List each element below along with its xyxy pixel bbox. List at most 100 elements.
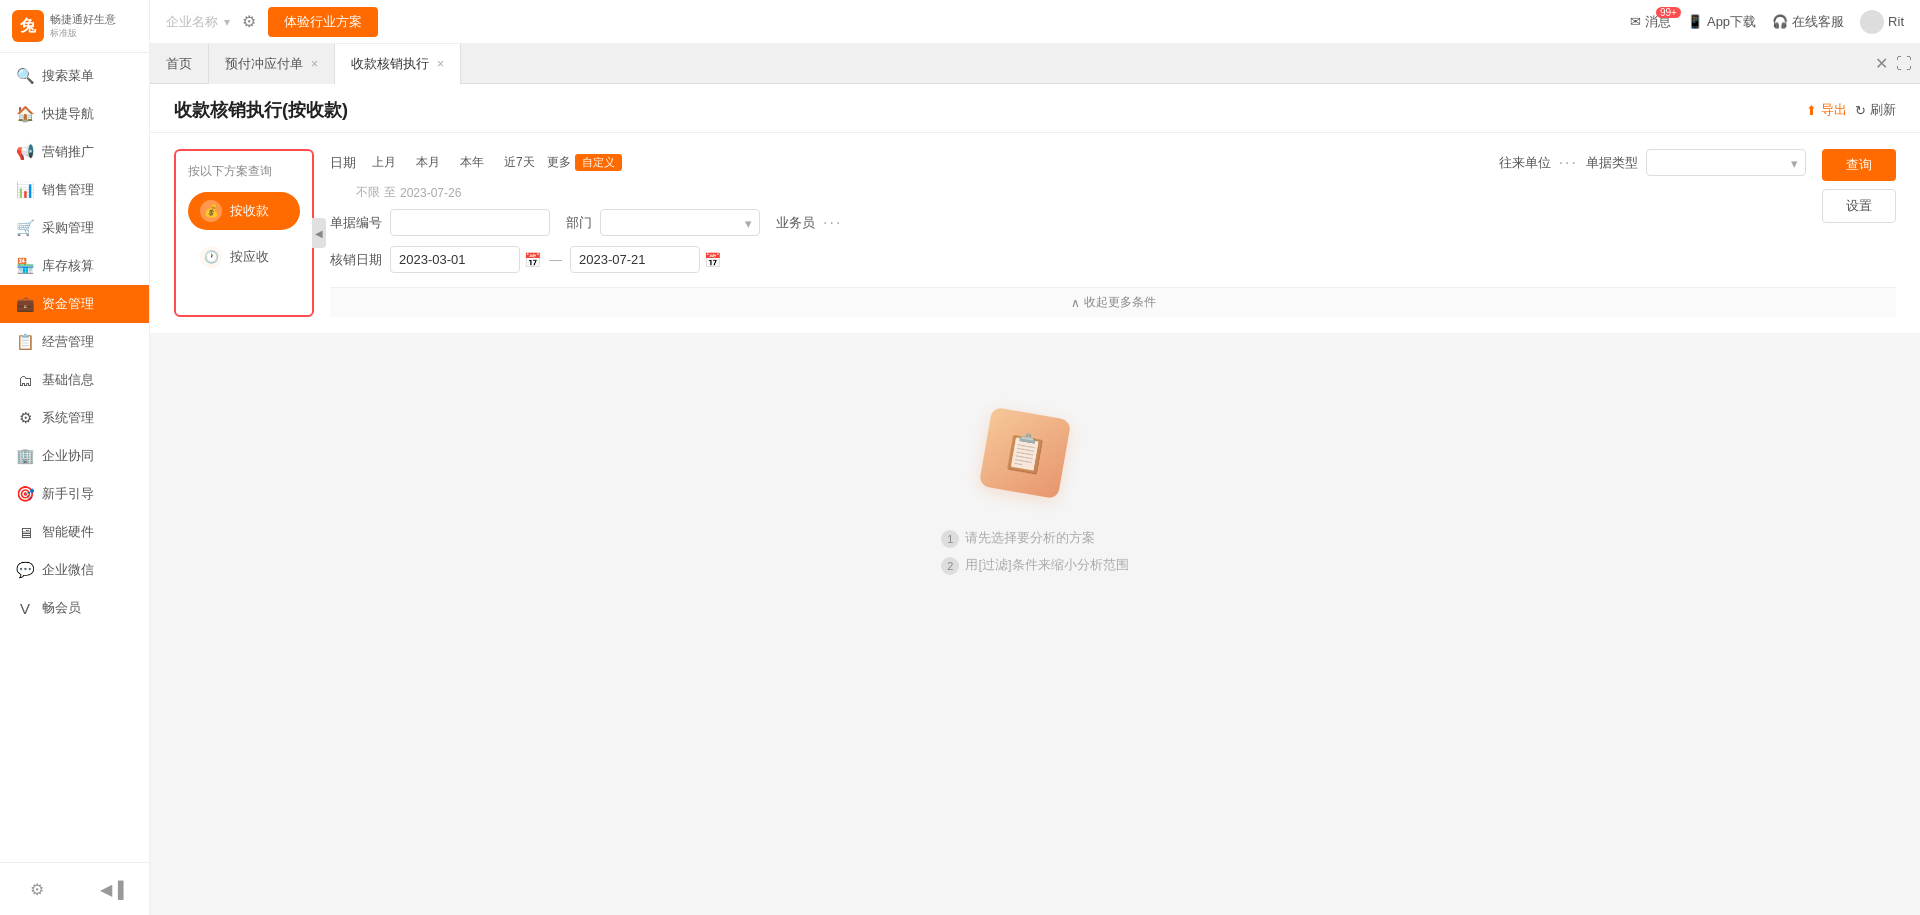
sidebar-label-purchase: 采购管理 — [42, 219, 94, 237]
filter-option-by-receipt[interactable]: 💰 按收款 — [188, 192, 300, 230]
verify-date-end-wrap: 📅 — [570, 246, 721, 273]
doc-no-field: 单据编号 — [330, 209, 550, 236]
verify-date-end-input[interactable] — [570, 246, 700, 273]
settings-bottom-btn[interactable]: ⚙ — [19, 871, 55, 907]
sidebar-item-sales[interactable]: 📊 销售管理 — [0, 171, 149, 209]
user-menu-button[interactable]: Rit — [1860, 10, 1904, 34]
sidebar-item-member[interactable]: V 畅会员 — [0, 589, 149, 627]
sidebar-item-funds[interactable]: 💼 资金管理 — [0, 285, 149, 323]
tab-verify[interactable]: 收款核销执行 × — [335, 44, 461, 84]
sidebar-label-hardware: 智能硬件 — [42, 523, 94, 541]
verify-start-cal-icon[interactable]: 📅 — [524, 252, 541, 268]
tab-expand-btn[interactable]: ⛶ — [1896, 55, 1912, 73]
date-this-year[interactable]: 本年 — [452, 152, 492, 173]
tab-home[interactable]: 首页 — [150, 44, 209, 84]
dept-select-wrap — [600, 209, 760, 236]
empty-icon-inner: 📋 — [979, 407, 1072, 500]
sidebar-item-purchase[interactable]: 🛒 采购管理 — [0, 209, 149, 247]
topbar-right: ✉ 消息 99+ 📱 App下载 🎧 在线客服 Rit — [1630, 10, 1904, 34]
tabbar: 首页 预付冲应付单 × 收款核销执行 × ✕ ⛶ — [150, 44, 1920, 84]
verify-date-start-wrap: 📅 — [390, 246, 541, 273]
sidebar-label-quicknav: 快捷导航 — [42, 105, 94, 123]
sidebar-item-hardware[interactable]: 🖥 智能硬件 — [0, 513, 149, 551]
sidebar-item-guide[interactable]: 🎯 新手引导 — [0, 475, 149, 513]
receipt-icon: 💰 — [200, 200, 222, 222]
by-receivable-label: 按应收 — [230, 248, 269, 266]
filter-right: 日期 上月 本月 本年 近7天 更多 自定义 — [330, 149, 1896, 317]
user-name-label: Rit — [1888, 14, 1904, 29]
page-title: 收款核销执行(按收款) — [174, 98, 348, 122]
verify-date-start-input[interactable] — [390, 246, 520, 273]
sidebar-item-basic[interactable]: 🗂 基础信息 — [0, 361, 149, 399]
home-tab-label: 首页 — [166, 55, 192, 73]
member-icon: V — [16, 600, 34, 617]
refresh-button[interactable]: ↻ 刷新 — [1855, 101, 1896, 119]
doc-no-label: 单据编号 — [330, 214, 382, 232]
sidebar-bottom: ⚙ ◀▐ — [0, 862, 149, 915]
empty-hints: 1 请先选择要分析的方案 2 用[过滤]条件来缩小分析范围 — [941, 529, 1128, 583]
user-avatar — [1860, 10, 1884, 34]
date-this-month[interactable]: 本月 — [408, 152, 448, 173]
date-field: 日期 上月 本月 本年 近7天 更多 自定义 — [330, 152, 622, 173]
settings-gear-icon[interactable]: ⚙ — [242, 12, 256, 31]
date-last-month[interactable]: 上月 — [364, 152, 404, 173]
sidebar-item-wechat[interactable]: 💬 企业微信 — [0, 551, 149, 589]
dept-select[interactable] — [600, 209, 760, 236]
brand-name: 企业名称 — [166, 13, 218, 31]
staff-ellipsis: ··· — [823, 214, 842, 232]
app-name-wrap: 畅捷通好生意 标准版 — [50, 12, 116, 39]
sidebar-item-marketing[interactable]: 📢 营销推广 — [0, 133, 149, 171]
date-to: 至 — [384, 184, 396, 201]
collapse-filter-btn[interactable]: ◀ — [312, 218, 326, 248]
tab-prepay-close-icon[interactable]: × — [311, 57, 318, 71]
sidebar-label-guide: 新手引导 — [42, 485, 94, 503]
sidebar-item-enterprise[interactable]: 🏢 企业协同 — [0, 437, 149, 475]
sidebar-label-search: 搜索菜单 — [42, 67, 94, 85]
date-7days[interactable]: 近7天 — [496, 152, 543, 173]
sidebar-label-member: 畅会员 — [42, 599, 81, 617]
logo-icon: 兔 — [12, 10, 44, 42]
query-button[interactable]: 查询 — [1822, 149, 1896, 181]
empty-hint-2: 2 用[过滤]条件来缩小分析范围 — [941, 556, 1128, 575]
more-conditions-button[interactable]: ∧ 收起更多条件 — [1071, 294, 1156, 311]
message-button[interactable]: ✉ 消息 99+ — [1630, 13, 1671, 31]
date-shortcuts: 上月 本月 本年 近7天 更多 自定义 — [364, 152, 622, 173]
sidebar-label-sales: 销售管理 — [42, 181, 94, 199]
app-logo: 兔 畅捷通好生意 标准版 — [0, 0, 149, 53]
empty-state: 📋 1 请先选择要分析的方案 2 用[过滤]条件来缩小分析范围 — [150, 333, 1920, 663]
sidebar-item-quicknav[interactable]: 🏠 快捷导航 — [0, 95, 149, 133]
wechat-icon: 💬 — [16, 561, 34, 579]
operations-icon: 📋 — [16, 333, 34, 351]
sidebar-item-search[interactable]: 🔍 搜索菜单 — [0, 57, 149, 95]
tab-prepay-label: 预付冲应付单 — [225, 55, 303, 73]
app-download-button[interactable]: 📱 App下载 — [1687, 13, 1756, 31]
online-service-button[interactable]: 🎧 在线客服 — [1772, 13, 1844, 31]
tab-close-btn[interactable]: ✕ — [1875, 54, 1888, 73]
verify-end-cal-icon[interactable]: 📅 — [704, 252, 721, 268]
doc-type-select[interactable] — [1646, 149, 1806, 176]
sidebar-label-basic: 基础信息 — [42, 371, 94, 389]
filter-area: 按以下方案查询 💰 按收款 🕐 按应收 ◀ — [150, 133, 1920, 333]
date-custom-badge[interactable]: 自定义 — [575, 154, 622, 171]
tab-verify-close-icon[interactable]: × — [437, 57, 444, 71]
filter-option-by-receivable[interactable]: 🕐 按应收 — [188, 238, 300, 276]
receivable-icon: 🕐 — [200, 246, 222, 268]
filter-row-docno: 单据编号 部门 — [330, 209, 1806, 236]
dept-field: 部门 — [566, 209, 760, 236]
sidebar-label-enterprise: 企业协同 — [42, 447, 94, 465]
settings-button[interactable]: 设置 — [1822, 189, 1896, 223]
date-more-btn[interactable]: 更多 — [547, 154, 571, 171]
solution-button[interactable]: 体验行业方案 — [268, 7, 378, 37]
app-badge: 标准版 — [50, 27, 116, 40]
doc-no-input[interactable] — [390, 209, 550, 236]
hint-text-2: 用[过滤]条件来缩小分析范围 — [965, 556, 1128, 574]
sidebar-item-operations[interactable]: 📋 经营管理 — [0, 323, 149, 361]
staff-field: 业务员 ··· — [776, 214, 842, 232]
sidebar-item-inventory[interactable]: 🏪 库存核算 — [0, 247, 149, 285]
sidebar-item-system[interactable]: ⚙ 系统管理 — [0, 399, 149, 437]
export-icon: ⬆ — [1806, 103, 1817, 118]
collapse-sidebar-btn[interactable]: ◀▐ — [94, 871, 130, 907]
tab-prepay[interactable]: 预付冲应付单 × — [209, 44, 335, 84]
export-button[interactable]: ⬆ 导出 — [1806, 101, 1847, 119]
sidebar-label-marketing: 营销推广 — [42, 143, 94, 161]
